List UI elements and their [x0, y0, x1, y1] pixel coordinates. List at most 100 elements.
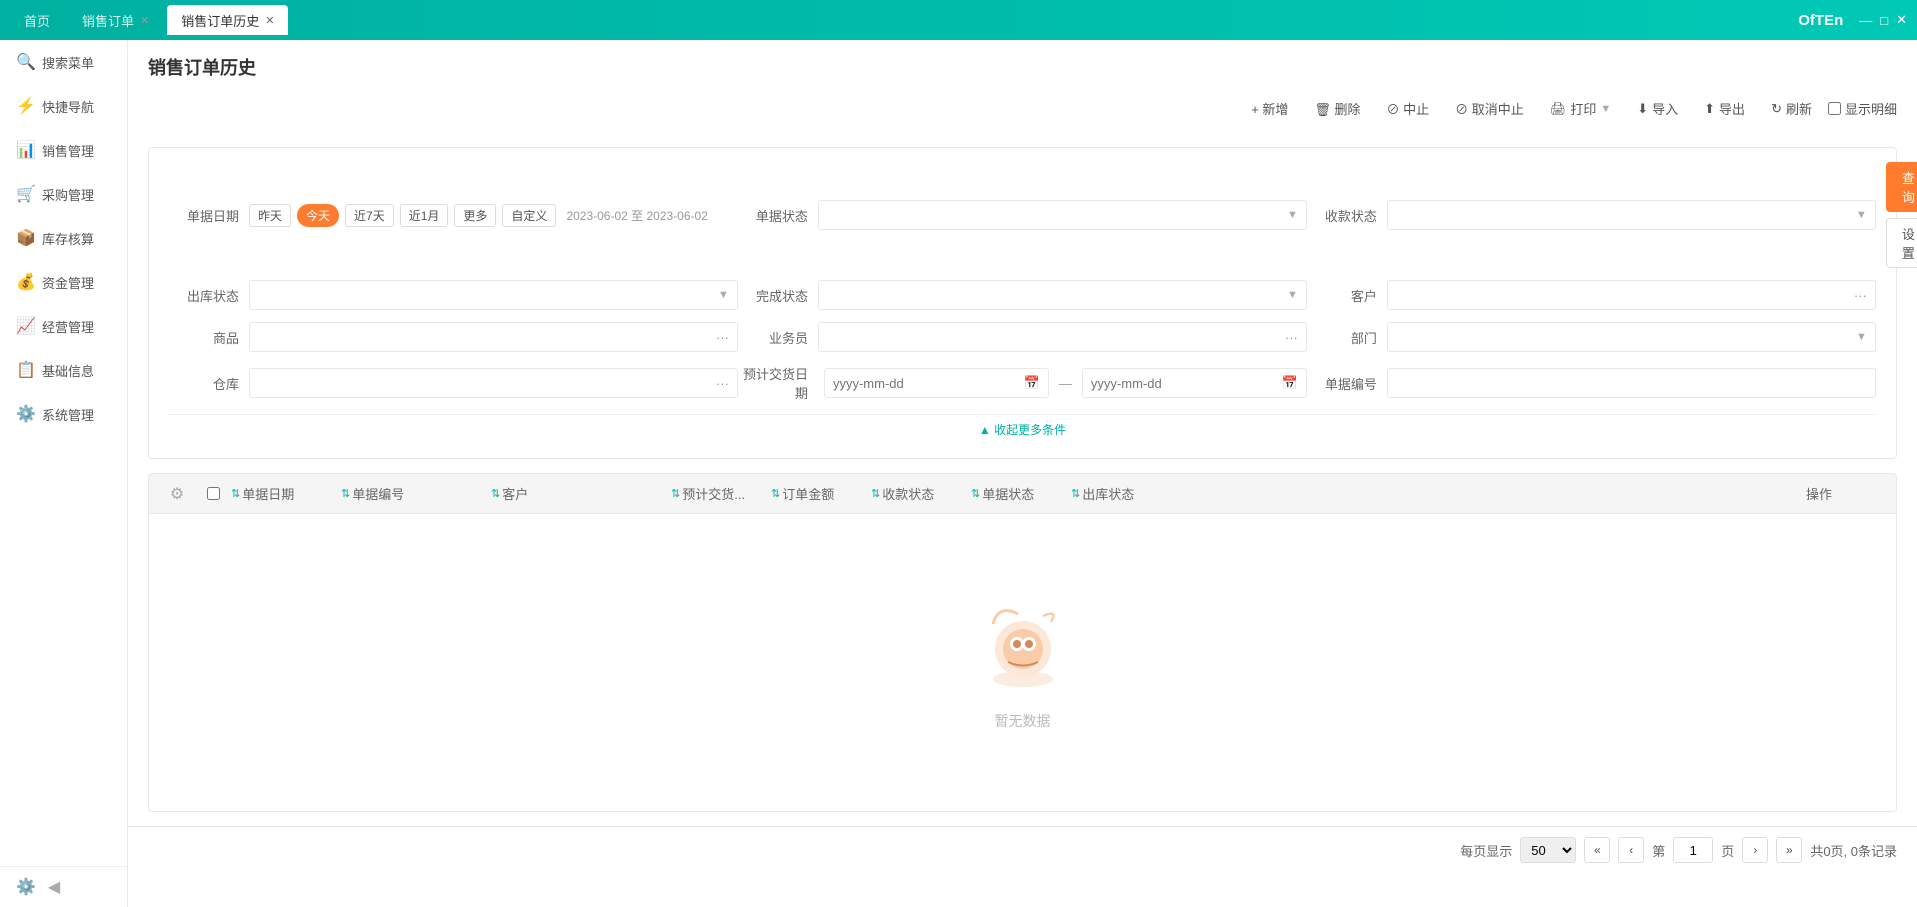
outbound-status-select[interactable]: ▼ [249, 280, 738, 310]
date-btn-custom[interactable]: 自定义 [502, 204, 556, 227]
query-settings-col: 查询 设置 [1886, 162, 1917, 268]
receipt-status-select[interactable]: ▼ [1387, 200, 1876, 230]
product-dots-btn[interactable]: ··· [716, 330, 729, 345]
print-btn[interactable]: 🖨 🖨 打印 打印 ▼ [1540, 94, 1621, 123]
col-header-outbound[interactable]: ⇅ 出库状态 [1071, 484, 1806, 503]
pagination-page-input[interactable] [1673, 837, 1713, 863]
sidebar-item-quick-nav[interactable]: ⚡ 快捷导航 [0, 84, 127, 128]
empty-text: 暂无数据 [995, 711, 1051, 731]
maximize-btn[interactable]: □ [1880, 13, 1888, 28]
system-mgmt-icon: ⚙️ [16, 404, 34, 424]
product-input[interactable] [258, 330, 710, 345]
col-header-status[interactable]: ⇅ 单据状态 [971, 484, 1071, 503]
import-btn[interactable]: ⬇ 导入 [1627, 94, 1688, 123]
minimize-btn[interactable]: — [1859, 13, 1872, 28]
filter-product-col: 商品 ··· [169, 322, 738, 352]
stop-btn[interactable]: ⊘ 中止 [1377, 94, 1440, 123]
date-btn-yesterday[interactable]: 昨天 [249, 204, 291, 227]
customer-dots-btn[interactable]: ··· [1854, 288, 1867, 303]
tab-sales-order-label: 销售订单 [82, 11, 134, 30]
display-detail-checkbox[interactable] [1828, 102, 1841, 115]
product-label: 商品 [169, 328, 249, 347]
pagination-page-suffix: 页 [1721, 841, 1734, 860]
date-btn-today[interactable]: 今天 [297, 204, 339, 227]
completion-status-label: 完成状态 [738, 286, 818, 305]
outbound-status-label: 出库状态 [169, 286, 249, 305]
col-label-amount: 订单金额 [782, 484, 834, 503]
tab-sales-order[interactable]: 销售订单 ✕ [68, 5, 163, 35]
completion-chevron: ▼ [1287, 289, 1298, 301]
sidebar-item-sales-mgmt-label: 销售管理 [42, 141, 94, 160]
delivery-date-end-wrap: 📅 [1082, 368, 1307, 398]
print-icon: 🖨 [1550, 101, 1567, 117]
delivery-date-end[interactable] [1091, 376, 1282, 391]
date-btn-more[interactable]: 更多 [454, 204, 496, 227]
sidebar-item-capital-mgmt[interactable]: 💰 资金管理 [0, 260, 127, 304]
department-select[interactable]: ▼ [1387, 322, 1876, 352]
filter-row-4: 仓库 ··· 预计交货日期 📅 — 📅 [169, 364, 1876, 402]
page-title: 销售订单历史 [148, 54, 1897, 80]
pagination: 每页显示 50 10 20 100 « ‹ 第 页 › » 共0页, 0条记录 [128, 826, 1917, 873]
export-btn[interactable]: ⬆ 导出 [1694, 94, 1755, 123]
base-info-icon: 📋 [16, 360, 34, 380]
new-btn[interactable]: + 新增 [1241, 94, 1298, 123]
tab-sales-order-close[interactable]: ✕ [140, 14, 149, 27]
delete-btn[interactable]: 🗑 删除 [1304, 94, 1370, 123]
content-area: 销售订单历史 + 新增 🗑 删除 ⊘ 中止 ⊘ 取消中止 🖨 🖨 打印 打印 ▼… [128, 40, 1917, 907]
col-sort-icon-status: ⇅ [971, 487, 980, 500]
pagination-first-btn[interactable]: « [1584, 837, 1610, 863]
col-label-action: 操作 [1806, 484, 1832, 503]
sidebar-item-operations-mgmt[interactable]: 📈 经营管理 [0, 304, 127, 348]
customer-input[interactable] [1396, 288, 1848, 303]
cancel-stop-btn[interactable]: ⊘ 取消中止 [1445, 94, 1534, 123]
sidebar-item-system-mgmt[interactable]: ⚙️ 系统管理 [0, 392, 127, 436]
pagination-next-btn[interactable]: › [1742, 837, 1768, 863]
collapse-bar[interactable]: ▲ 收起更多条件 [169, 414, 1876, 444]
settings-btn[interactable]: 设置 [1886, 218, 1917, 268]
receipt-status-chevron: ▼ [1856, 209, 1867, 221]
query-btn[interactable]: 查询 [1886, 162, 1917, 212]
col-sort-icon-outbound: ⇅ [1071, 487, 1080, 500]
sidebar-collapse-icon[interactable]: ◀ [48, 877, 60, 897]
col-header-customer[interactable]: ⇅ 客户 [491, 484, 671, 503]
pagination-last-btn[interactable]: » [1776, 837, 1802, 863]
warehouse-dots-btn[interactable]: ··· [716, 376, 729, 391]
col-header-receipt[interactable]: ⇅ 收款状态 [871, 484, 971, 503]
tab-sales-order-history[interactable]: 销售订单历史 ✕ [167, 5, 288, 35]
sidebar-item-base-info[interactable]: 📋 基础信息 [0, 348, 127, 392]
table-select-all[interactable] [207, 487, 220, 500]
date-btn-7days[interactable]: 近7天 [345, 204, 394, 227]
display-detail-label: 显示明细 [1845, 99, 1897, 118]
completion-status-select[interactable]: ▼ [818, 280, 1307, 310]
salesperson-dots-btn[interactable]: ··· [1285, 330, 1298, 345]
warehouse-input[interactable] [258, 376, 710, 391]
col-header-amount[interactable]: ⇅ 订单金额 [771, 484, 871, 503]
delivery-date-start[interactable] [833, 376, 1024, 391]
salesperson-input[interactable] [827, 330, 1279, 345]
refresh-btn[interactable]: ↻ 刷新 [1761, 94, 1822, 123]
pagination-prev-btn[interactable]: ‹ [1618, 837, 1644, 863]
order-number-input[interactable] [1396, 376, 1867, 391]
sidebar-item-sales-mgmt[interactable]: 📊 销售管理 [0, 128, 127, 172]
col-sort-icon-number: ⇅ [341, 487, 350, 500]
table-settings-cell: ⚙ [159, 484, 195, 504]
col-header-delivery[interactable]: ⇅ 预计交货... [671, 484, 771, 503]
close-btn-window[interactable]: ✕ [1896, 12, 1907, 28]
empty-icon [973, 594, 1073, 697]
tab-sales-order-history-close[interactable]: ✕ [265, 14, 274, 27]
order-status-select[interactable]: ▼ [818, 200, 1307, 230]
col-header-number[interactable]: ⇅ 单据编号 [341, 484, 491, 503]
display-detail-wrap: 显示明细 [1828, 99, 1897, 118]
sidebar-settings-icon[interactable]: ⚙️ [16, 877, 36, 897]
date-btn-1month[interactable]: 近1月 [400, 204, 449, 227]
page-size-select[interactable]: 50 10 20 100 [1520, 837, 1576, 863]
sidebar-item-search-menu[interactable]: 🔍 搜索菜单 [0, 40, 127, 84]
table-settings-icon[interactable]: ⚙ [170, 484, 184, 504]
sidebar-item-purchase-mgmt[interactable]: 🛒 采购管理 [0, 172, 127, 216]
tab-home[interactable]: 首页 [10, 5, 64, 35]
calendar-end-icon[interactable]: 📅 [1282, 375, 1298, 391]
sidebar-item-inventory-check[interactable]: 📦 库存核算 [0, 216, 127, 260]
col-header-date[interactable]: ⇅ 单据日期 [231, 484, 341, 503]
calendar-start-icon[interactable]: 📅 [1024, 375, 1040, 391]
filter-row-1: 单据日期 昨天 今天 近7天 近1月 更多 自定义 2023-06-02 至 2… [169, 162, 1876, 268]
